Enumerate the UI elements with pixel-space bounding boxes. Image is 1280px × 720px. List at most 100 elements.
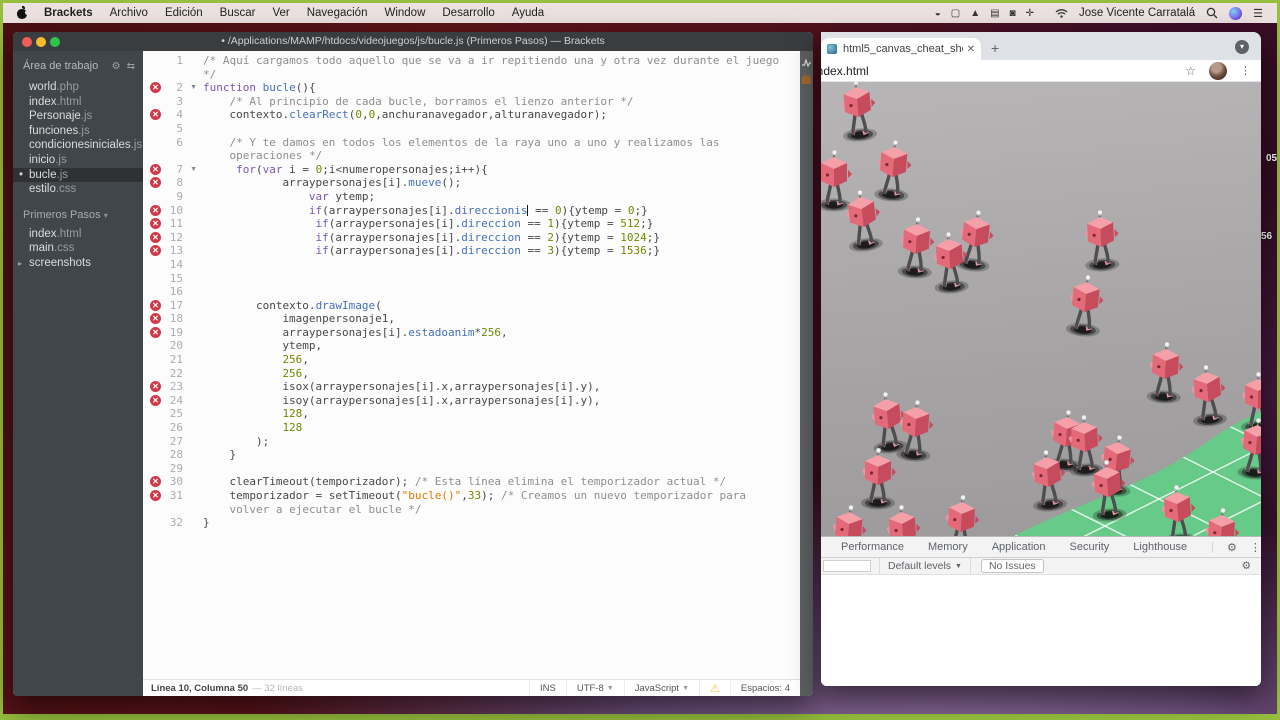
sidebar-file-main.css[interactable]: main.css [13,241,143,256]
error-icon[interactable]: ✕ [150,218,161,230]
chevron-down-icon: ▾ [103,210,108,220]
insert-mode-indicator[interactable]: INS [529,680,566,696]
sidebar-file-bucle.js[interactable]: • bucle.js [13,167,143,183]
sidebar-file-world.php[interactable]: world.php [13,80,143,95]
devtools-tab-performance[interactable]: Performance [841,541,904,553]
console-settings-icon[interactable]: ⚙ [1242,560,1261,572]
indent-setting[interactable]: Espacios: 4 [729,680,800,696]
brackets-title-bar[interactable]: • /Applications/MAMP/htdocs/videojuegos/… [13,32,813,51]
menubar-status-icon[interactable]: ▤ [990,8,999,19]
macos-menubar: Brackets Archivo Edición Buscar Ver Navegació… [3,3,1277,23]
devtools-kebab-icon[interactable]: ⋮ [1250,541,1261,554]
menubar-user-name[interactable]: Jose Vicente Carratalá [1079,7,1195,19]
menu-item-brackets[interactable]: Brackets [44,7,93,19]
sidebar-file-index.html[interactable]: index.html [13,95,143,110]
log-levels-dropdown[interactable]: Default levels ▼ [879,558,971,574]
menu-item-ayuda[interactable]: Ayuda [512,7,544,19]
devtools-panel: Performance Memory Application Security Ligh… [821,536,1261,686]
menubar-status-icon[interactable]: ◙ [1010,8,1016,19]
sidebar-file-Personaje.js[interactable]: Personaje.js [13,109,143,124]
error-icon[interactable]: ✕ [150,299,161,311]
menu-item-buscar[interactable]: Buscar [220,7,256,19]
error-icon[interactable]: ✕ [150,231,161,243]
devtools-tab-lighthouse[interactable]: Lighthouse [1133,541,1187,553]
console-output[interactable] [821,576,1261,686]
sidebar-file-estilo.css[interactable]: estilo.css [13,182,143,197]
robot-character [1065,275,1104,337]
error-icon[interactable]: ✕ [150,109,161,121]
code-line: 14 [169,257,183,271]
error-icon[interactable]: ✕ [150,204,161,216]
code-editor[interactable]: 1/* Aquí cargamos todo aquello que se va… [143,51,800,679]
error-icon[interactable]: ✕ [150,326,161,338]
search-icon[interactable] [1206,7,1218,19]
error-icon[interactable]: ✕ [150,490,161,501]
sidebar-file-funciones.js[interactable]: funciones.js [13,124,143,139]
project-section[interactable]: Primeros Pasos ▾ [13,197,143,227]
zoom-button[interactable] [50,36,60,47]
browser-tab[interactable]: html5_canvas_cheat_sheet.png ✕ [821,38,981,60]
lint-warning-icon[interactable]: ⚠ [699,680,730,696]
menu-item-edición[interactable]: Edición [165,7,203,19]
url-text: index.html [821,63,869,78]
sidebar-file-screenshots[interactable]: ▸ screenshots [13,256,143,271]
profile-avatar[interactable] [1209,61,1227,80]
menu-item-archivo[interactable]: Archivo [110,7,148,19]
minimize-button[interactable] [36,36,46,47]
code-line: 25 128, [169,407,309,421]
wifi-icon[interactable] [1055,8,1068,18]
menu-kebab-icon[interactable]: ⋮ [1240,64,1251,77]
menubar-status-icon[interactable]: ▲ [970,8,980,19]
error-icon[interactable]: ✕ [150,476,161,488]
robot-character [1091,459,1127,522]
apple-menu-icon[interactable] [17,6,30,19]
menu-item-navegación[interactable]: Navegación [307,7,368,19]
fold-arrow-icon[interactable]: ▼ [190,163,197,176]
error-icon[interactable]: ✕ [150,177,161,189]
menubar-status-icon[interactable]: ◒ [935,8,941,19]
tab-strip: html5_canvas_cheat_sheet.png ✕ + ▾ [821,32,1261,60]
chevron-right-icon: ▸ [18,258,23,268]
notification-center-icon[interactable]: ☰ [1253,7,1263,20]
close-button[interactable] [22,36,32,47]
error-icon[interactable]: ✕ [150,313,161,325]
address-bar[interactable]: index.html ☆ ⋮ [821,60,1261,82]
devtools-tab-memory[interactable]: Memory [928,541,968,553]
workspace-header: Área de trabajo [23,60,99,72]
tab-search-button[interactable]: ▾ [1235,40,1249,54]
code-line: ✕ 19 arraypersonajes[i].estadoanim*256, [143,326,800,340]
bookmark-star-icon[interactable]: ☆ [1185,64,1196,78]
menu-item-window[interactable]: Window [384,7,425,19]
sidebar-file-index.html[interactable]: index.html [13,227,143,242]
menubar-status-icon[interactable]: ✛ [1026,8,1034,19]
extension-manager-icon[interactable] [802,75,811,84]
error-icon[interactable]: ✕ [150,381,161,393]
menu-item-ver[interactable]: Ver [272,7,289,19]
robot-character [933,231,969,294]
siri-icon[interactable] [1229,6,1243,20]
sidebar-file-inicio.js[interactable]: inicio.js [13,153,143,168]
console-filter-input[interactable] [823,560,871,572]
error-icon[interactable]: ✕ [150,82,161,94]
error-icon[interactable]: ✕ [150,163,161,175]
gear-icon[interactable]: ⚙ [112,61,121,72]
code-line: ✕ 2 ▼ function bucle(){ [143,81,800,95]
devtools-tab-security[interactable]: Security [1070,541,1110,553]
devtools-tab-application[interactable]: Application [992,541,1046,553]
menu-item-desarrollo[interactable]: Desarrollo [442,7,494,19]
fold-arrow-icon[interactable]: ▼ [190,81,197,94]
brackets-sidebar: Área de trabajo ⚙ ⇆ world.php index.html P… [13,51,143,696]
error-icon[interactable]: ✕ [150,394,161,406]
devtools-settings-icon[interactable]: ⚙ [1227,541,1237,554]
tab-close-icon[interactable]: ✕ [967,44,975,55]
robot-character [1205,507,1240,536]
live-preview-icon[interactable] [802,59,811,67]
split-view-icon[interactable]: ⇆ [127,61,135,72]
language-selector[interactable]: JavaScript ▼ [623,680,699,696]
no-issues-button[interactable]: No Issues [980,559,1044,573]
new-tab-button[interactable]: + [991,40,999,56]
sidebar-file-condicionesiniciales.js[interactable]: condicionesiniciales.js [13,138,143,153]
encoding-selector[interactable]: UTF-8 ▼ [565,680,624,696]
error-icon[interactable]: ✕ [150,245,161,257]
menubar-status-icon[interactable]: ▢ [951,8,960,19]
